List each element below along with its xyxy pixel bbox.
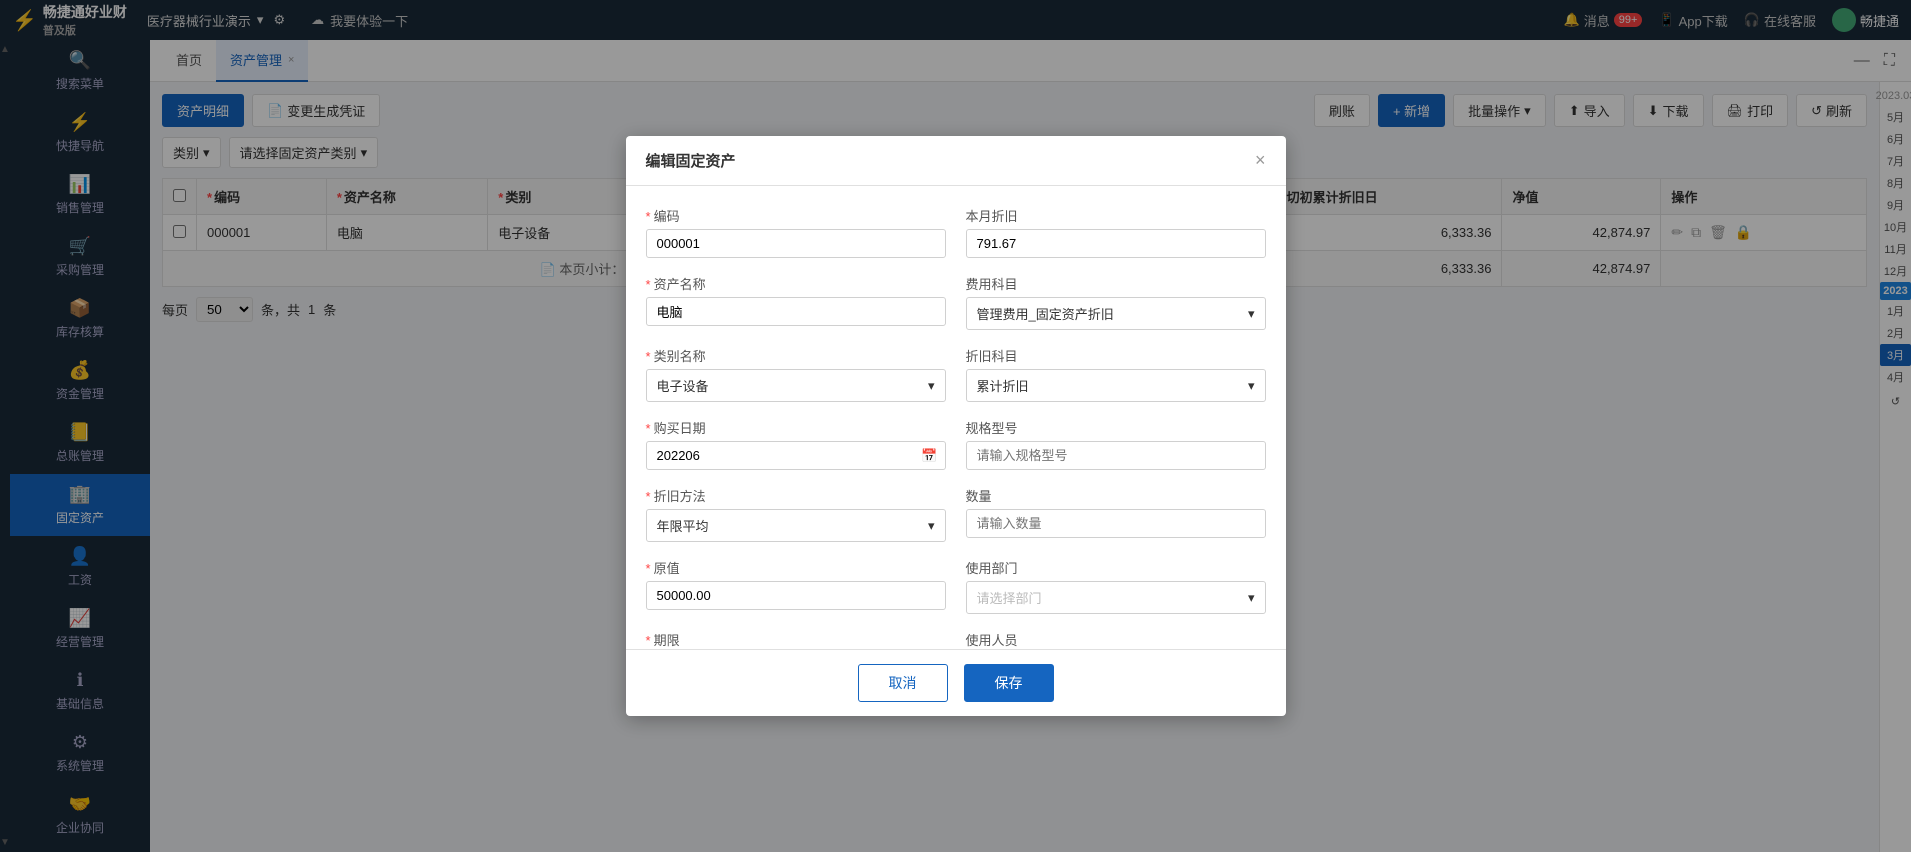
expense-subject-value: 管理费用_固定资产折旧 [977, 304, 1114, 323]
dialog-title: 编辑固定资产 [646, 150, 736, 171]
expense-chevron-icon: ▾ [1248, 306, 1255, 322]
field-depreciation-subject: 折旧科目 累计折旧 ▾ [966, 346, 1266, 402]
cancel-btn[interactable]: 取消 [858, 664, 948, 702]
field-user: 使用人员 请选择人员 ▾ [966, 630, 1266, 649]
dep-chevron-icon: ▾ [1248, 378, 1255, 394]
asset-name-label: *资产名称 [646, 274, 946, 293]
depreciation-subject-value: 累计折旧 [977, 376, 1029, 395]
dialog-header: 编辑固定资产 × [626, 136, 1286, 186]
field-monthly-depreciation: 本月折旧 [966, 206, 1266, 258]
field-period-residual: *期限 月 * 残值率 % [646, 630, 946, 649]
expense-subject-label: 费用科目 [966, 274, 1266, 293]
asset-name-input[interactable] [646, 297, 946, 326]
category-chevron-icon: ▾ [928, 378, 935, 394]
depreciation-subject-select[interactable]: 累计折旧 ▾ [966, 369, 1266, 402]
edit-asset-dialog: 编辑固定资产 × *编码 本月折旧 *资产名 [626, 136, 1286, 716]
buy-date-input[interactable] [646, 441, 946, 470]
department-select[interactable]: 请选择部门 ▾ [966, 581, 1266, 614]
field-category: *类别名称 电子设备 ▾ [646, 346, 946, 402]
field-quantity: 数量 [966, 486, 1266, 542]
calendar-icon[interactable]: 📅 [921, 448, 937, 464]
period-label: *期限 [646, 630, 946, 649]
field-depreciation-method: *折旧方法 年限平均 ▾ [646, 486, 946, 542]
dialog-close-btn[interactable]: × [1255, 150, 1266, 171]
department-placeholder: 请选择部门 [977, 588, 1042, 607]
dialog-footer: 取消 保存 [626, 649, 1286, 716]
form-grid: *编码 本月折旧 *资产名称 费用科目 [646, 206, 1266, 649]
depreciation-method-select[interactable]: 年限平均 ▾ [646, 509, 946, 542]
monthly-depreciation-input[interactable] [966, 229, 1266, 258]
user-label: 使用人员 [966, 630, 1266, 649]
original-value-input[interactable] [646, 581, 946, 610]
spec-label: 规格型号 [966, 418, 1266, 437]
department-chevron-icon: ▾ [1248, 590, 1255, 606]
depreciation-method-value: 年限平均 [657, 516, 709, 535]
buy-date-wrapper: 📅 [646, 441, 946, 470]
category-select[interactable]: 电子设备 ▾ [646, 369, 946, 402]
department-label: 使用部门 [966, 558, 1266, 577]
spec-input[interactable] [966, 441, 1266, 470]
category-label: *类别名称 [646, 346, 946, 365]
field-buy-date: *购买日期 📅 [646, 418, 946, 470]
monthly-depreciation-label: 本月折旧 [966, 206, 1266, 225]
field-spec: 规格型号 [966, 418, 1266, 470]
expense-subject-select[interactable]: 管理费用_固定资产折旧 ▾ [966, 297, 1266, 330]
field-asset-name: *资产名称 [646, 274, 946, 330]
quantity-label: 数量 [966, 486, 1266, 505]
field-department: 使用部门 请选择部门 ▾ [966, 558, 1266, 614]
dialog-body: *编码 本月折旧 *资产名称 费用科目 [626, 186, 1286, 649]
original-value-label: *原值 [646, 558, 946, 577]
category-value: 电子设备 [657, 376, 709, 395]
depreciation-method-label: *折旧方法 [646, 486, 946, 505]
save-btn[interactable]: 保存 [964, 664, 1054, 702]
quantity-input[interactable] [966, 509, 1266, 538]
depreciation-subject-label: 折旧科目 [966, 346, 1266, 365]
buy-date-label: *购买日期 [646, 418, 946, 437]
method-chevron-icon: ▾ [928, 518, 935, 534]
dialog-overlay: 编辑固定资产 × *编码 本月折旧 *资产名 [0, 0, 1911, 852]
field-original-value: *原值 [646, 558, 946, 614]
field-code: *编码 [646, 206, 946, 258]
field-expense-subject: 费用科目 管理费用_固定资产折旧 ▾ [966, 274, 1266, 330]
code-label: *编码 [646, 206, 946, 225]
code-input[interactable] [646, 229, 946, 258]
